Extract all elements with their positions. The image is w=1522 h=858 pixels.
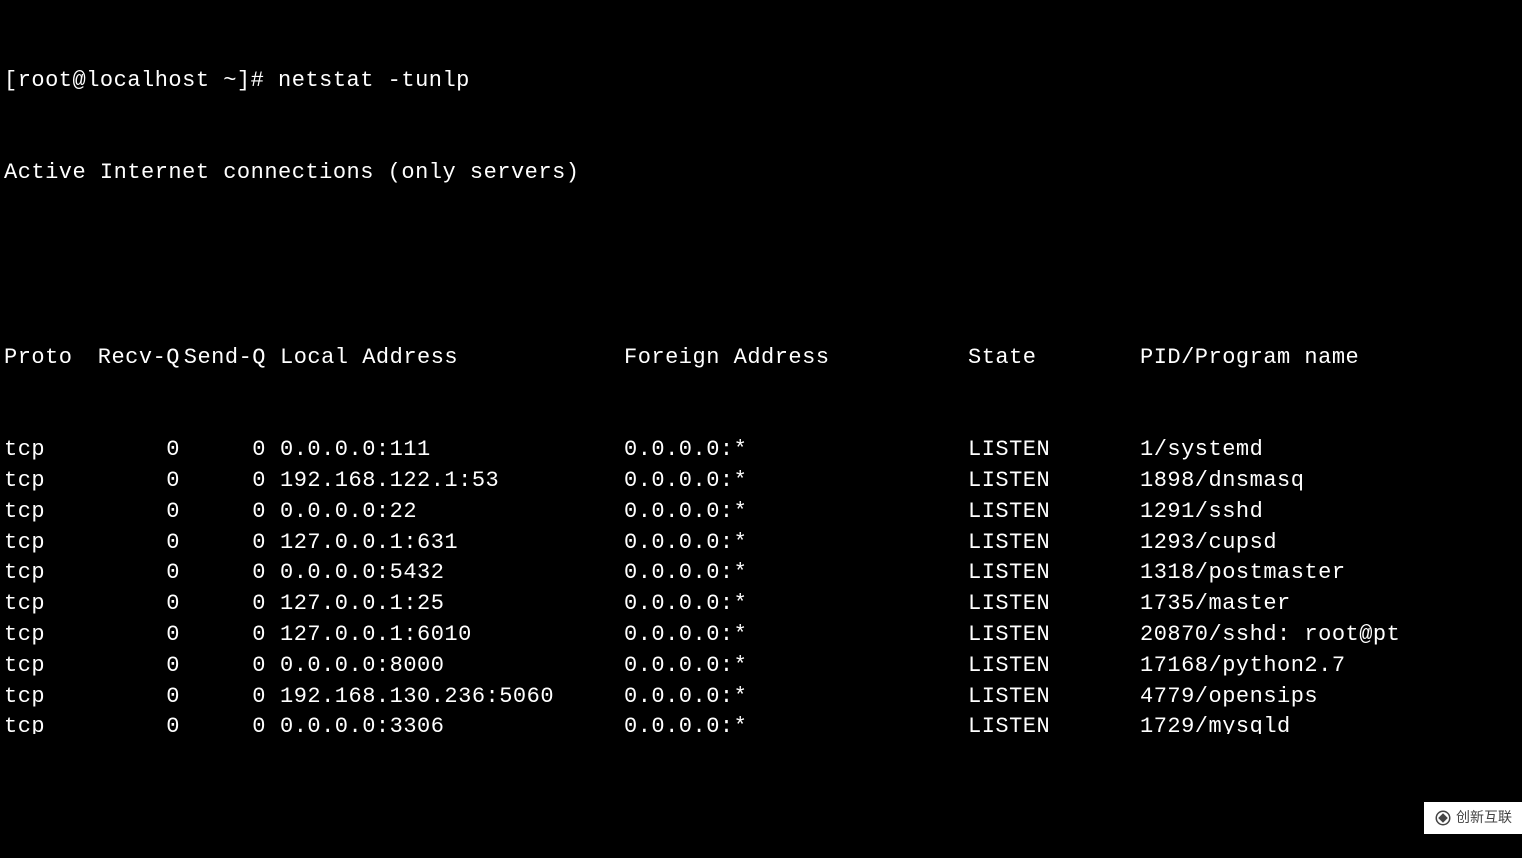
cell-pid: 4779/opensips [1140, 682, 1518, 713]
table-row: tcp00192.168.130.236:50600.0.0.0:*LISTEN… [4, 682, 1518, 713]
table-row: tcp000.0.0.0:54320.0.0.0:*LISTEN1318/pos… [4, 558, 1518, 589]
watermark-text: 创新互联 [1456, 808, 1512, 828]
cell-sendq: 0 [180, 589, 280, 620]
cell-proto: tcp [4, 589, 90, 620]
cell-state: LISTEN [968, 435, 1140, 466]
header-proto: Proto [4, 343, 90, 374]
table-row: tcp000.0.0.0:220.0.0.0:*LISTEN1291/sshd [4, 497, 1518, 528]
header-state: State [968, 343, 1140, 374]
cell-pid: 1293/cupsd [1140, 528, 1518, 559]
cell-pid: 17168/python2.7 [1140, 651, 1518, 682]
cell-proto: tcp [4, 528, 90, 559]
cell-foreign: 0.0.0.0:* [624, 558, 968, 589]
cell-state: LISTEN [968, 712, 1140, 734]
cell-state: LISTEN [968, 589, 1140, 620]
cell-recvq: 0 [90, 620, 180, 651]
netstat-table: Proto Recv-Q Send-Q Local Address Foreig… [4, 281, 1518, 796]
cell-sendq: 0 [180, 620, 280, 651]
cell-pid: 1898/dnsmasq [1140, 466, 1518, 497]
cell-state: LISTEN [968, 497, 1140, 528]
table-row: tcp000.0.0.0:80000.0.0.0:*LISTEN17168/py… [4, 651, 1518, 682]
cell-sendq: 0 [180, 497, 280, 528]
cell-local: 127.0.0.1:6010 [280, 620, 624, 651]
table-header-row: Proto Recv-Q Send-Q Local Address Foreig… [4, 343, 1518, 374]
table-row: tcp00127.0.0.1:250.0.0.0:*LISTEN1735/mas… [4, 589, 1518, 620]
cell-state: LISTEN [968, 528, 1140, 559]
cell-foreign: 0.0.0.0:* [624, 651, 968, 682]
cell-sendq: 0 [180, 466, 280, 497]
cell-proto: tcp [4, 651, 90, 682]
table-row: tcp000.0.0.0:33060.0.0.0:*LISTEN1729/mys… [4, 712, 1518, 734]
cell-state: LISTEN [968, 466, 1140, 497]
cell-sendq: 0 [180, 651, 280, 682]
cell-recvq: 0 [90, 682, 180, 713]
watermark-badge: 创新互联 [1424, 802, 1522, 834]
shell-prompt: [root@localhost ~]# netstat -tunlp [4, 66, 1518, 97]
cell-pid: 1729/mysqld [1140, 712, 1518, 734]
cell-recvq: 0 [90, 497, 180, 528]
cell-local: 0.0.0.0:22 [280, 497, 624, 528]
cell-pid: 1318/postmaster [1140, 558, 1518, 589]
cell-state: LISTEN [968, 682, 1140, 713]
cell-recvq: 0 [90, 712, 180, 734]
cell-proto: tcp [4, 497, 90, 528]
cell-local: 127.0.0.1:25 [280, 589, 624, 620]
cell-sendq: 0 [180, 712, 280, 734]
header-recvq: Recv-Q [90, 343, 180, 374]
cell-sendq: 0 [180, 682, 280, 713]
header-pid: PID/Program name [1140, 343, 1518, 374]
cell-sendq: 0 [180, 528, 280, 559]
cell-pid: 20870/sshd: root@pt [1140, 620, 1518, 651]
cell-recvq: 0 [90, 651, 180, 682]
table-row: tcp00127.0.0.1:6310.0.0.0:*LISTEN1293/cu… [4, 528, 1518, 559]
cell-local: 127.0.0.1:631 [280, 528, 624, 559]
cell-proto: tcp [4, 558, 90, 589]
cell-foreign: 0.0.0.0:* [624, 589, 968, 620]
cell-foreign: 0.0.0.0:* [624, 497, 968, 528]
header-local: Local Address [280, 343, 624, 374]
table-row: tcp000.0.0.0:1110.0.0.0:*LISTEN1/systemd [4, 435, 1518, 466]
header-foreign: Foreign Address [624, 343, 968, 374]
cell-state: LISTEN [968, 620, 1140, 651]
cell-local: 0.0.0.0:111 [280, 435, 624, 466]
terminal-output: [root@localhost ~]# netstat -tunlp Activ… [4, 4, 1518, 827]
cell-state: LISTEN [968, 558, 1140, 589]
cell-proto: tcp [4, 712, 90, 734]
cell-recvq: 0 [90, 466, 180, 497]
cell-foreign: 0.0.0.0:* [624, 528, 968, 559]
cell-foreign: 0.0.0.0:* [624, 620, 968, 651]
cell-local: 0.0.0.0:3306 [280, 712, 624, 734]
header-sendq: Send-Q [180, 343, 280, 374]
output-subtitle: Active Internet connections (only server… [4, 158, 1518, 189]
table-row: tcp00127.0.0.1:60100.0.0.0:*LISTEN20870/… [4, 620, 1518, 651]
cell-pid: 1291/sshd [1140, 497, 1518, 528]
cell-foreign: 0.0.0.0:* [624, 712, 968, 734]
cell-sendq: 0 [180, 435, 280, 466]
cell-recvq: 0 [90, 528, 180, 559]
cell-proto: tcp [4, 435, 90, 466]
cell-pid: 1735/master [1140, 589, 1518, 620]
watermark-logo-icon [1434, 809, 1452, 827]
table-row: tcp00192.168.122.1:530.0.0.0:*LISTEN1898… [4, 466, 1518, 497]
cell-local: 0.0.0.0:8000 [280, 651, 624, 682]
cell-foreign: 0.0.0.0:* [624, 435, 968, 466]
cell-proto: tcp [4, 466, 90, 497]
cell-proto: tcp [4, 620, 90, 651]
cell-foreign: 0.0.0.0:* [624, 466, 968, 497]
cell-sendq: 0 [180, 558, 280, 589]
cell-proto: tcp [4, 682, 90, 713]
cell-local: 0.0.0.0:5432 [280, 558, 624, 589]
cell-recvq: 0 [90, 558, 180, 589]
cell-foreign: 0.0.0.0:* [624, 682, 968, 713]
cell-pid: 1/systemd [1140, 435, 1518, 466]
cell-recvq: 0 [90, 589, 180, 620]
cell-recvq: 0 [90, 435, 180, 466]
cell-local: 192.168.130.236:5060 [280, 682, 624, 713]
cell-state: LISTEN [968, 651, 1140, 682]
cell-local: 192.168.122.1:53 [280, 466, 624, 497]
